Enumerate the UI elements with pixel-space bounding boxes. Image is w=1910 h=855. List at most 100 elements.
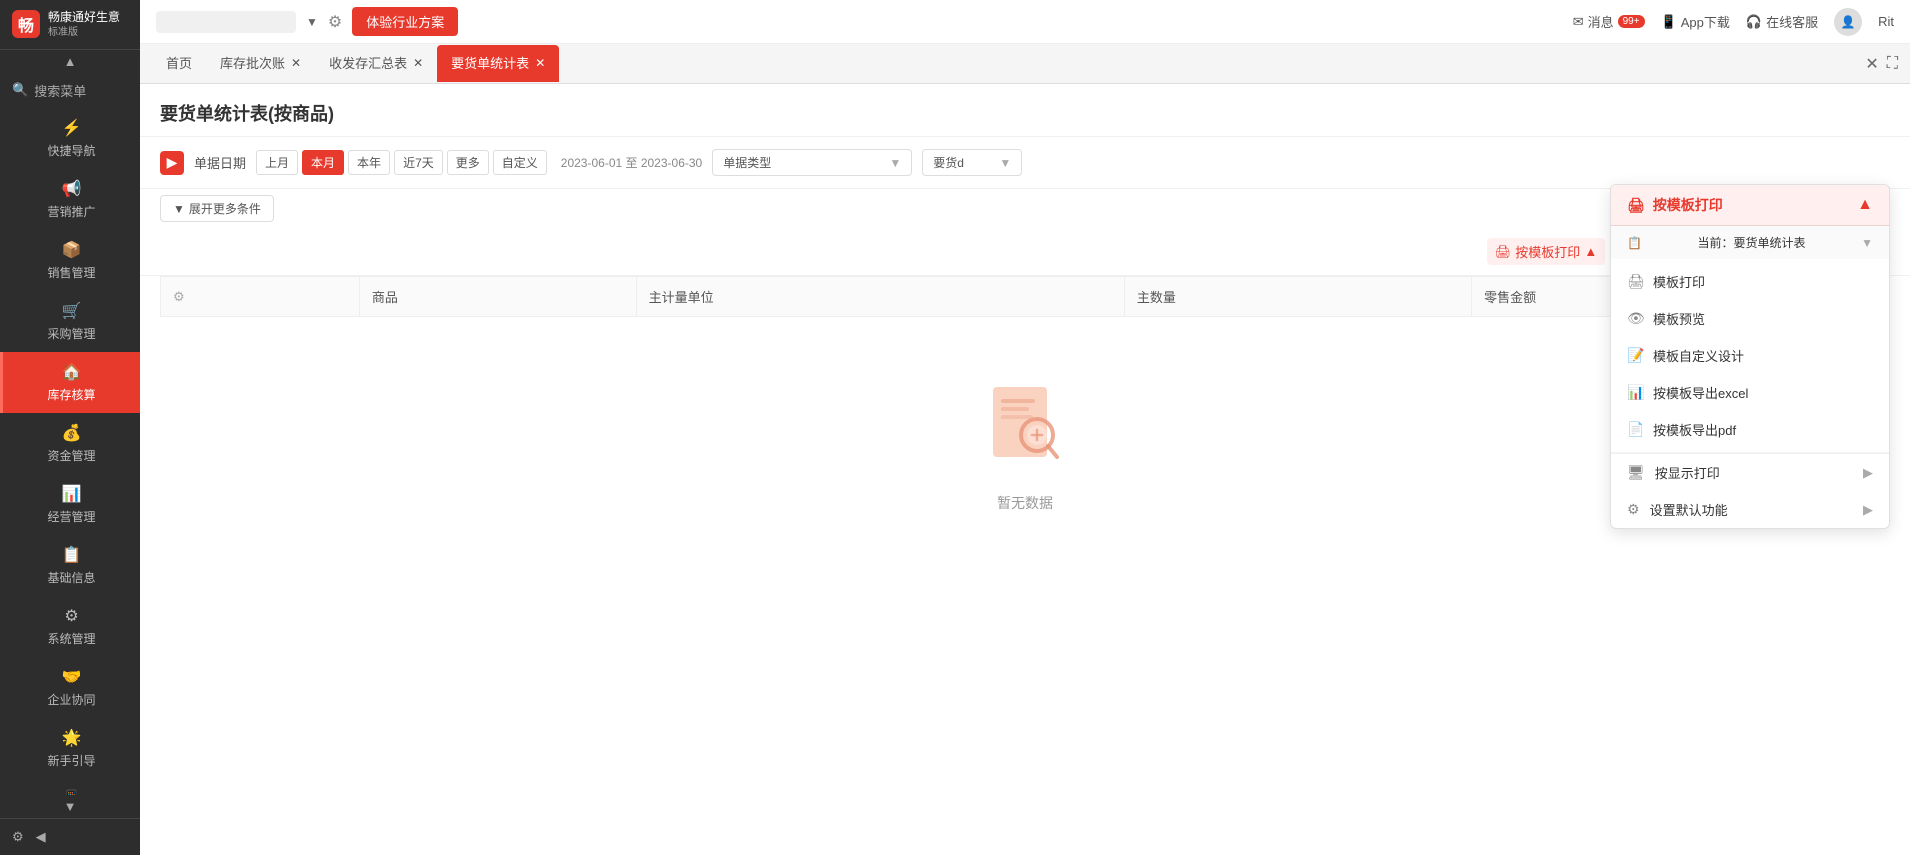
tabs: 首页 库存批次账 ✕ 收发存汇总表 ✕ 要货单统计表 ✕ ✕ ⛶ (140, 44, 1910, 84)
newbie-icon: 🌟 (62, 728, 82, 748)
sidebar-item-operations[interactable]: 📊 经营管理 (0, 474, 140, 535)
tabs-right: ✕ ⛶ (1865, 54, 1898, 74)
filter-btn-more[interactable]: 更多 (447, 150, 489, 175)
tab-close-all-btn[interactable]: ✕ (1865, 54, 1878, 74)
sidebar-item-marketing[interactable]: 📢 营销推广 (0, 169, 140, 230)
dropdown-header-left: 🖨 按模板打印 (1627, 195, 1723, 215)
sidebar: 畅 畅康通好生意 标准版 ▲ 🔍 搜索菜单 ⚡ 快捷导航 📢 营销推广 📦 销售… (0, 0, 140, 855)
topbar-gear-icon[interactable]: ⚙ (328, 12, 342, 32)
filter-order-type-select[interactable]: 单据类型 ▼ (712, 149, 912, 176)
sales-icon: 📦 (62, 240, 82, 260)
enterprise-icon: 🤝 (62, 667, 82, 687)
app-download-icon: 📱 (1661, 14, 1677, 30)
current-arrow-icon: ▼ (1861, 236, 1873, 250)
expand-more-btn[interactable]: ▼ 展开更多条件 (160, 195, 274, 222)
sub-item-settings-arrow-icon: ▶ (1863, 502, 1873, 518)
dropdown-print-icon: 🖨 (1627, 197, 1645, 214)
print-chevron-up-icon: ▲ (1584, 244, 1597, 259)
topbar-right: ✉ 消息 99+ 📱 App下载 🎧 在线客服 👤 Rit (1573, 8, 1894, 36)
sidebar-item-quick-nav[interactable]: ⚡ 快捷导航 (0, 108, 140, 169)
tab-order-stats-close[interactable]: ✕ (535, 56, 545, 70)
col-quantity: 主数量 (1124, 277, 1471, 317)
basic-icon: 📋 (62, 545, 82, 565)
filter-date-label: 单据日期 (194, 153, 246, 172)
item-settings-icon: ⚙ (1627, 501, 1640, 518)
sidebar-item-newbie[interactable]: 🌟 新手引导 (0, 718, 140, 779)
topbar-dropdown-btn[interactable]: ▼ (306, 15, 318, 29)
online-service-icon: 🎧 (1746, 14, 1762, 30)
app-logo-icon: 畅 (12, 10, 40, 38)
sidebar-item-purchase[interactable]: 🛒 采购管理 (0, 291, 140, 352)
sidebar-item-system[interactable]: ⚙ 系统管理 (0, 596, 140, 657)
dropdown-items: 🖨 模板打印 👁 模板预览 📝 模板自定义设计 📊 按模板导出excel 📄 (1611, 259, 1889, 453)
sidebar-scroll-up[interactable]: ▲ (0, 50, 140, 73)
print-btn[interactable]: 🖨 按模板打印 ▲ (1487, 238, 1605, 265)
col-product: 商品 (359, 277, 636, 317)
filter-date-buttons: 上月 本月 本年 近7天 更多 自定义 (256, 150, 547, 175)
operations-icon: 📊 (62, 484, 82, 504)
sidebar-item-inventory[interactable]: 🏠 库存核算 (0, 352, 140, 413)
col-unit: 主计量单位 (636, 277, 1124, 317)
trial-btn[interactable]: 体验行业方案 (352, 7, 458, 36)
filter-select-arrow: ▼ (889, 156, 901, 170)
item-display-print-icon: 🖥 (1627, 464, 1645, 481)
filter-btn-last-month[interactable]: 上月 (256, 150, 298, 175)
dropdown-item-export-pdf[interactable]: 📄 按模板导出pdf (1611, 411, 1889, 448)
print-icon: 🖨 (1495, 244, 1512, 260)
filter-btn-this-month[interactable]: 本月 (302, 150, 344, 175)
topbar-search-input[interactable] (156, 11, 296, 33)
expand-icon: ▼ (173, 202, 185, 216)
tab-receipt-summary[interactable]: 收发存汇总表 ✕ (315, 45, 437, 82)
quick-nav-icon: ⚡ (62, 118, 82, 138)
empty-icon (975, 377, 1075, 477)
item-excel-icon: 📊 (1627, 384, 1643, 401)
dropdown-item-preview[interactable]: 👁 模板预览 (1611, 300, 1889, 337)
dropdown-sub-item-display-print[interactable]: 🖥 按显示打印 ▶ (1611, 454, 1889, 491)
filter-bar: ▶ 单据日期 上月 本月 本年 近7天 更多 自定义 2023-06-01 至 … (140, 137, 1910, 189)
sidebar-search[interactable]: 🔍 搜索菜单 (0, 73, 140, 108)
footer-settings-icon[interactable]: ⚙ (12, 829, 24, 845)
message-btn[interactable]: ✉ 消息 99+ (1573, 12, 1645, 31)
filter-require-goods[interactable]: 要货d ▼ (922, 149, 1022, 176)
current-template-icon: 📋 (1627, 236, 1642, 250)
sub-item-arrow-icon: ▶ (1863, 465, 1873, 481)
empty-text: 暂无数据 (997, 493, 1053, 513)
sidebar-item-appstore[interactable]: 📱 应用中心 (0, 779, 140, 795)
system-icon: ⚙ (64, 606, 78, 626)
finance-icon: 💰 (62, 423, 82, 443)
dropdown-item-print[interactable]: 🖨 模板打印 (1611, 263, 1889, 300)
sidebar-nav: ⚡ 快捷导航 📢 营销推广 📦 销售管理 🛒 采购管理 🏠 库存核算 💰 资金管… (0, 108, 140, 795)
sidebar-logo: 畅 畅康通好生意 标准版 (0, 0, 140, 50)
filter-btn-this-year[interactable]: 本年 (348, 150, 390, 175)
avatar[interactable]: 👤 (1834, 8, 1862, 36)
filter-btn-7days[interactable]: 近7天 (394, 150, 443, 175)
main: ▼ ⚙ 体验行业方案 ✉ 消息 99+ 📱 App下载 🎧 在线客服 👤 Rit… (140, 0, 1910, 855)
online-service-btn[interactable]: 🎧 在线客服 (1746, 12, 1818, 31)
item-pdf-icon: 📄 (1627, 421, 1643, 438)
sidebar-item-sales[interactable]: 📦 销售管理 (0, 230, 140, 291)
filter-require-arrow: ▼ (999, 156, 1011, 170)
col-settings-icon[interactable]: ⚙ (173, 289, 185, 304)
tab-receipt-summary-close[interactable]: ✕ (413, 56, 423, 70)
sidebar-item-finance[interactable]: 💰 资金管理 (0, 413, 140, 474)
footer-collapse-icon[interactable]: ◀ (36, 829, 46, 845)
dropdown-close-icon[interactable]: ▲ (1857, 196, 1873, 214)
sidebar-item-basic[interactable]: 📋 基础信息 (0, 535, 140, 596)
tab-inventory-batch-close[interactable]: ✕ (291, 56, 301, 70)
tab-order-stats[interactable]: 要货单统计表 ✕ (437, 45, 559, 82)
tab-maximize-btn[interactable]: ⛶ (1887, 55, 1898, 73)
tab-inventory-batch[interactable]: 库存批次账 ✕ (206, 45, 315, 82)
app-download-btn[interactable]: 📱 App下载 (1661, 12, 1730, 31)
filter-btn-custom[interactable]: 自定义 (493, 150, 547, 175)
dropdown-item-custom-design[interactable]: 📝 模板自定义设计 (1611, 337, 1889, 374)
col-settings-header[interactable]: ⚙ (161, 277, 360, 317)
purchase-icon: 🛒 (62, 301, 82, 321)
marketing-icon: 📢 (62, 179, 82, 199)
dropdown-sub-item-settings[interactable]: ⚙ 设置默认功能 ▶ (1611, 491, 1889, 528)
dropdown-item-export-excel[interactable]: 📊 按模板导出excel (1611, 374, 1889, 411)
sidebar-scroll-down[interactable]: ▼ (0, 795, 140, 818)
sidebar-item-enterprise[interactable]: 🤝 企业协同 (0, 657, 140, 718)
item-print-icon: 🖨 (1627, 273, 1643, 290)
filter-toggle-btn[interactable]: ▶ (160, 151, 184, 175)
tab-home[interactable]: 首页 (152, 45, 206, 82)
